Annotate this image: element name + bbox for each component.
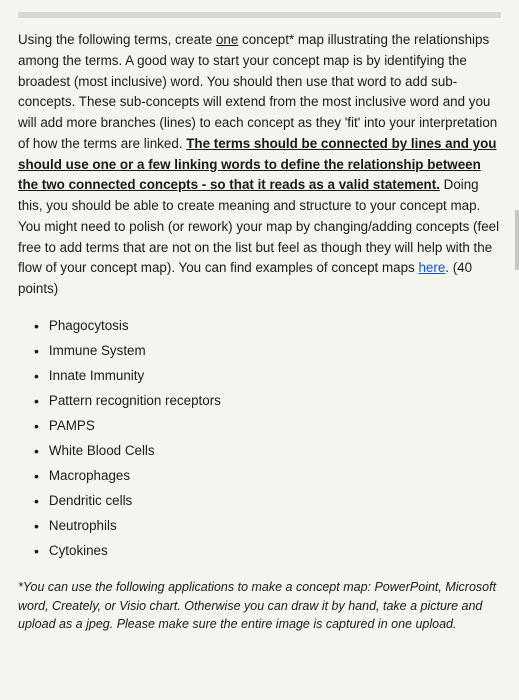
top-bar [18,12,501,18]
list-item: Innate Immunity [18,364,501,389]
page-container: Using the following terms, create one co… [0,0,519,700]
list-item: Dendritic cells [18,489,501,514]
intro-text-1: Using the following terms, create [18,32,216,47]
list-item: Cytokines [18,539,501,564]
here-link[interactable]: here [418,260,445,275]
list-item: White Blood Cells [18,439,501,464]
list-item: PAMPS [18,414,501,439]
list-item: Phagocytosis [18,314,501,339]
concept-terms-list: Phagocytosis Immune System Innate Immuni… [18,314,501,564]
scroll-indicator [515,210,519,270]
intro-text-2: concept* map illustrating the relationsh… [18,32,497,151]
list-item: Immune System [18,339,501,364]
list-item: Pattern recognition receptors [18,389,501,414]
footnote-text: *You can use the following applications … [18,578,501,634]
list-item: Macrophages [18,464,501,489]
one-underline: one [216,32,238,47]
list-item: Neutrophils [18,514,501,539]
main-paragraph: Using the following terms, create one co… [18,30,501,300]
